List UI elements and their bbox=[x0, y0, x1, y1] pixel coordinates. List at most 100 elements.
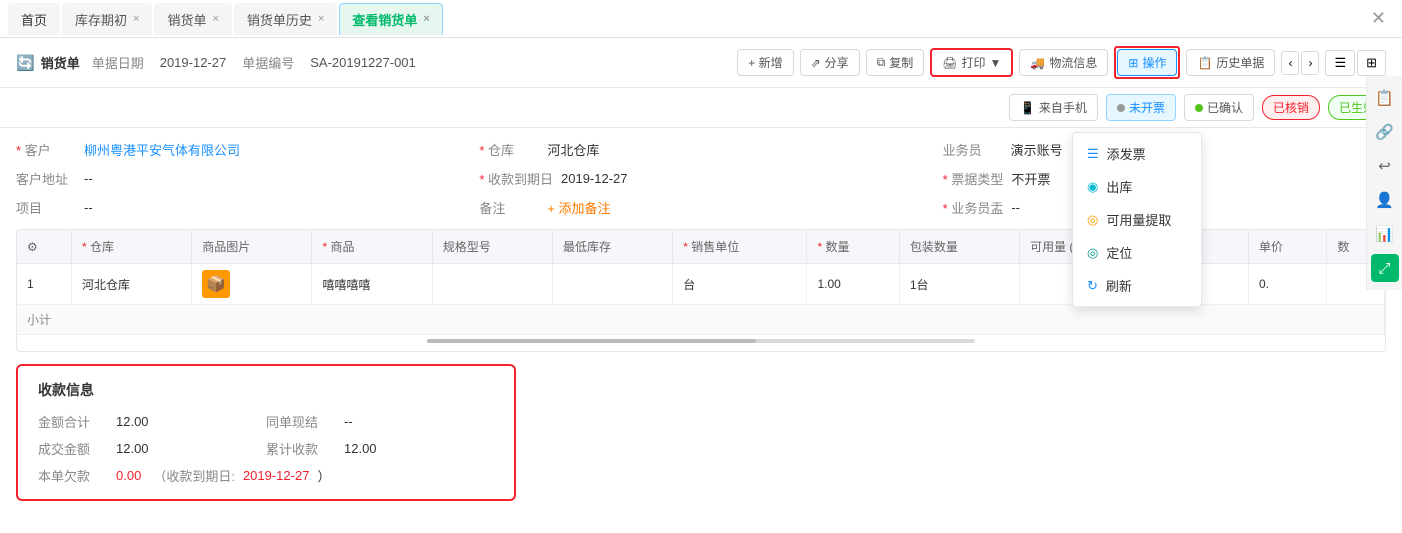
tab-sales-history-close[interactable]: × bbox=[318, 13, 324, 25]
customer-value[interactable]: 柳州粤港平安气体有限公司 bbox=[84, 140, 240, 159]
tab-inventory[interactable]: 库存期初 × bbox=[62, 3, 152, 35]
total-value: 12.00 bbox=[116, 414, 149, 429]
address-row: 客户地址 -- bbox=[16, 169, 459, 188]
due-end: ） bbox=[317, 466, 330, 485]
row-spec bbox=[432, 264, 552, 305]
warehouse-row: 仓库 河北仓库 bbox=[479, 140, 922, 159]
nav-arrows: ‹ › bbox=[1281, 51, 1319, 75]
logistics-button[interactable]: 🚚 物流信息 bbox=[1019, 49, 1108, 76]
project-row: 项目 -- bbox=[16, 198, 459, 217]
list-view-button[interactable]: ☰ bbox=[1325, 50, 1355, 76]
sidebar-chart-icon[interactable]: 📊 bbox=[1371, 220, 1399, 248]
refresh-icon: ↻ bbox=[1087, 278, 1098, 294]
add-invoice-item[interactable]: ☰ 添发票 bbox=[1073, 137, 1201, 170]
add-invoice-icon: ☰ bbox=[1087, 146, 1099, 162]
staff-value: 演示账号 bbox=[1011, 140, 1063, 159]
doc-title: 🔄 销货单 bbox=[16, 53, 80, 72]
tab-bar: 首页 库存期初 × 销货单 × 销货单历史 × 查看销货单 × ✕ bbox=[0, 0, 1402, 38]
customer-row: 客户 柳州粤港平安气体有限公司 bbox=[16, 140, 459, 159]
row-product-img: 📦 bbox=[192, 264, 312, 305]
sidebar-user-icon[interactable]: 👤 bbox=[1371, 186, 1399, 214]
new-button[interactable]: + 新增 bbox=[737, 49, 793, 76]
col-product-img: 商品图片 bbox=[192, 230, 312, 264]
available-icon: ◎ bbox=[1087, 212, 1098, 228]
transaction-value: 12.00 bbox=[116, 441, 149, 456]
not-open-dot bbox=[1117, 104, 1125, 112]
tab-sales-history[interactable]: 销货单历史 × bbox=[234, 3, 337, 35]
date-label: 单据日期 bbox=[92, 53, 144, 72]
doc-meta: 单据日期 2019-12-27 单据编号 SA-20191227-001 bbox=[92, 53, 416, 72]
phone-icon: 📱 bbox=[1020, 101, 1035, 115]
tab-sales[interactable]: 销货单 × bbox=[154, 3, 231, 35]
total-row: 金额合计 12.00 bbox=[38, 412, 266, 431]
col-warehouse: 仓库 bbox=[71, 230, 191, 264]
due-date-value: 2019-12-27 bbox=[561, 171, 628, 186]
window-close-button[interactable]: ✕ bbox=[1363, 8, 1394, 29]
outbound-item[interactable]: ◉ 出库 bbox=[1073, 170, 1201, 203]
locate-label: 定位 bbox=[1106, 243, 1132, 262]
logistics-icon: 🚚 bbox=[1030, 56, 1045, 70]
copy-label: 复制 bbox=[889, 54, 913, 71]
operate-button[interactable]: ⊞ 操作 bbox=[1117, 49, 1177, 76]
col-unit: 销售单位 bbox=[673, 230, 807, 264]
tab-home[interactable]: 首页 bbox=[8, 3, 60, 35]
add-note-button[interactable]: + 添加备注 bbox=[547, 198, 610, 217]
print-button[interactable]: 🖨 打印 ▼ bbox=[930, 48, 1013, 77]
tab-actions: ✕ bbox=[1363, 8, 1394, 29]
scroll-indicator[interactable] bbox=[427, 339, 974, 343]
row-index: 1 bbox=[17, 264, 71, 305]
second-toolbar: 📱 来自手机 未开票 已确认 已核销 已生效 bbox=[0, 88, 1402, 128]
confirm-label: 已确认 bbox=[1207, 99, 1243, 116]
col-spec: 规格型号 bbox=[432, 230, 552, 264]
number-label: 单据编号 bbox=[242, 53, 294, 72]
operate-highlight: ⊞ 操作 bbox=[1114, 46, 1180, 79]
confirm-button[interactable]: 已确认 bbox=[1184, 94, 1254, 121]
sidebar-back-icon[interactable]: ↩ bbox=[1371, 152, 1399, 180]
grid-view-button[interactable]: ⊞ bbox=[1357, 50, 1386, 76]
tab-view-sales-close[interactable]: × bbox=[423, 13, 429, 25]
date-value: 2019-12-27 bbox=[160, 55, 227, 70]
tab-view-sales[interactable]: 查看销货单 × bbox=[339, 3, 442, 35]
due-date-label: 收款到期日 bbox=[479, 169, 553, 188]
tab-sales-close[interactable]: × bbox=[212, 13, 218, 25]
tab-inventory-close[interactable]: × bbox=[133, 13, 139, 25]
customer-label: 客户 bbox=[16, 140, 76, 159]
add-note-label: + 添加备注 bbox=[547, 198, 610, 217]
available-item[interactable]: ◎ 可用量提取 bbox=[1073, 203, 1201, 236]
prev-button[interactable]: ‹ bbox=[1281, 51, 1299, 75]
project-label: 项目 bbox=[16, 198, 76, 217]
same-order-label: 同单现结 bbox=[266, 412, 336, 431]
doc-title-label: 销货单 bbox=[41, 53, 80, 72]
sidebar-expand-icon[interactable]: ⤢ bbox=[1371, 254, 1399, 282]
owe-row: 本单欠款 0.00 （收款到期日: 2019-12-27 ） bbox=[38, 466, 494, 485]
payment-grid: 金额合计 12.00 同单现结 -- 成交金额 12.00 累计收款 12.00 bbox=[38, 412, 494, 485]
share-button[interactable]: ⇗ 分享 bbox=[800, 49, 860, 76]
sidebar-link-icon[interactable]: 🔗 bbox=[1371, 118, 1399, 146]
history-icon: 📋 bbox=[1197, 56, 1212, 70]
not-open-button[interactable]: 未开票 bbox=[1106, 94, 1176, 121]
note-label: 备注 bbox=[479, 198, 539, 217]
col-settings[interactable]: ⚙ bbox=[17, 230, 71, 264]
row-qty: 1.00 bbox=[807, 264, 899, 305]
sales-icon: 🔄 bbox=[16, 54, 35, 72]
sidebar-doc-icon[interactable]: 📋 bbox=[1371, 84, 1399, 112]
copy-icon: ⧉ bbox=[877, 55, 886, 70]
copy-button[interactable]: ⧉ 复制 bbox=[866, 49, 925, 76]
from-phone-button[interactable]: 📱 来自手机 bbox=[1009, 94, 1098, 121]
invoice-value: 不开票 bbox=[1011, 169, 1050, 188]
new-label: + 新增 bbox=[748, 54, 782, 71]
refresh-item[interactable]: ↻ 刷新 bbox=[1073, 269, 1201, 302]
same-order-value: -- bbox=[344, 414, 353, 429]
product-image: 📦 bbox=[202, 270, 230, 298]
row-warehouse: 河北仓库 bbox=[71, 264, 191, 305]
history-button[interactable]: 📋 历史单据 bbox=[1186, 49, 1275, 76]
tab-inventory-label: 库存期初 bbox=[75, 10, 127, 29]
locate-item[interactable]: ◎ 定位 bbox=[1073, 236, 1201, 269]
logistics-label: 物流信息 bbox=[1049, 54, 1097, 71]
project-value: -- bbox=[84, 200, 93, 215]
available-label: 可用量提取 bbox=[1106, 210, 1171, 229]
operate-icon: ⊞ bbox=[1128, 56, 1138, 70]
row-unit: 台 bbox=[673, 264, 807, 305]
next-button[interactable]: › bbox=[1301, 51, 1319, 75]
outbound-label: 出库 bbox=[1106, 177, 1132, 196]
